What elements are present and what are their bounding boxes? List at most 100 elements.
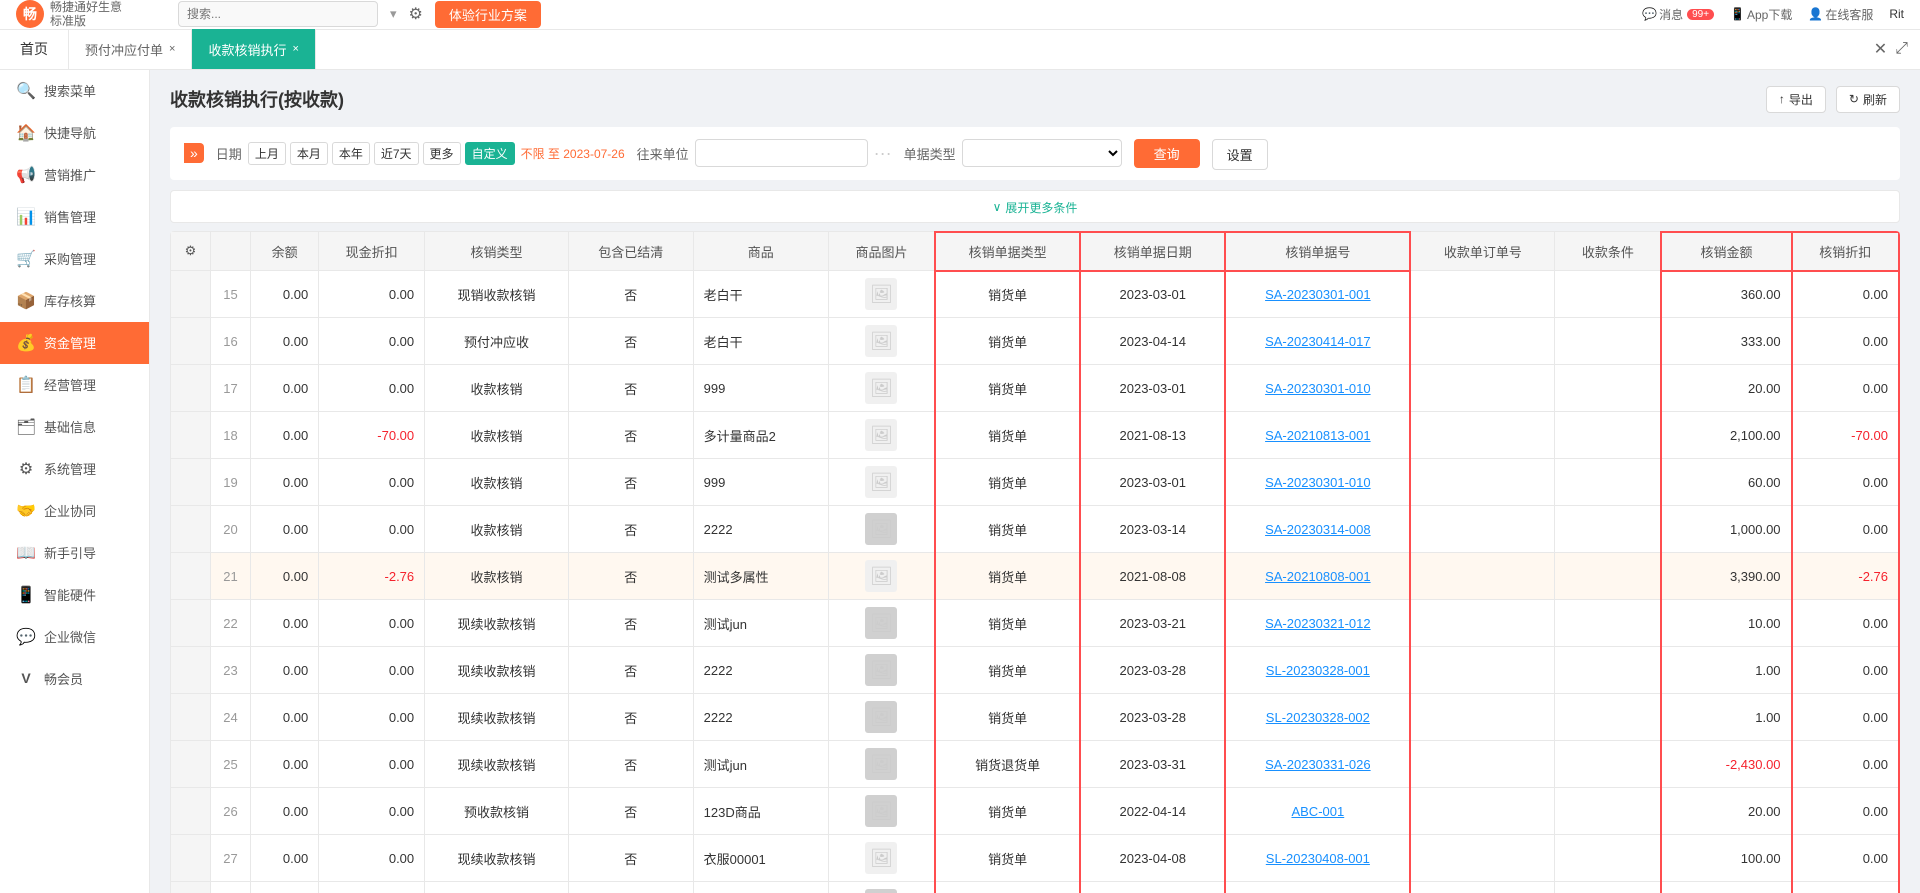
cancel-number-cell[interactable]: SA-20230314-008 <box>1225 506 1410 553</box>
filter-expand-button[interactable]: » <box>184 143 204 163</box>
cancel-discount-cell: 0.00 <box>1792 365 1899 412</box>
cash-discount-cell: 0.00 <box>319 365 425 412</box>
sidebar-item-enterprise[interactable]: 🤝 企业协同 <box>0 490 149 532</box>
cancel-number-cell[interactable]: SA-20210808-001 <box>1225 553 1410 600</box>
cancel-number-link[interactable]: SA-20230301-010 <box>1265 475 1371 490</box>
cancel-amount-cell: 333.00 <box>1661 318 1791 365</box>
page-title: 收款核销执行(按收款) <box>170 86 344 112</box>
cancel-discount-cell: 0.00 <box>1792 318 1899 365</box>
sidebar-label-quick-nav: 快捷导航 <box>44 123 96 142</box>
sidebar-label-smart-hardware: 智能硬件 <box>44 585 96 604</box>
cancel-number-link[interactable]: SA-20210813-001 <box>1265 428 1371 443</box>
sidebar-item-guide[interactable]: 📖 新手引导 <box>0 532 149 574</box>
th-settings[interactable]: ⚙ <box>171 232 211 271</box>
cancel-number-link[interactable]: ABC-001 <box>1291 804 1344 819</box>
cancel-number-cell[interactable]: ABC-001 <box>1225 788 1410 835</box>
sidebar-item-system[interactable]: ⚙ 系统管理 <box>0 448 149 490</box>
cancel-number-cell[interactable]: SL-20230418-001 <box>1225 882 1410 893</box>
export-button[interactable]: ↑ 导出 <box>1766 86 1826 113</box>
cancel-number-cell[interactable]: SA-20230321-012 <box>1225 600 1410 647</box>
cancel-number-link[interactable]: SL-20230408-001 <box>1266 851 1370 866</box>
sidebar-item-finance[interactable]: 💰 资金管理 <box>0 322 149 364</box>
cancel-type-cell: 收款核销 <box>425 412 569 459</box>
sidebar-item-quick-nav[interactable]: 🏠 快捷导航 <box>0 112 149 154</box>
cancel-number-link[interactable]: SA-20230301-010 <box>1265 381 1371 396</box>
cancel-number-cell[interactable]: SA-20210813-001 <box>1225 412 1410 459</box>
expand-more-conditions[interactable]: ∨ 展开更多条件 <box>993 199 1078 216</box>
cash-discount-cell: 0.00 <box>319 694 425 741</box>
row-num-cell: 26 <box>211 788 251 835</box>
goods-image-cell: 🖼 <box>828 647 935 694</box>
cancel-number-cell[interactable]: SL-20230328-002 <box>1225 694 1410 741</box>
sidebar-item-operations[interactable]: 📋 经营管理 <box>0 364 149 406</box>
cancel-number-link[interactable]: SA-20230321-012 <box>1265 616 1371 631</box>
date-btn-7-days[interactable]: 近7天 <box>374 142 419 165</box>
tab-prepay-close[interactable]: × <box>169 43 175 55</box>
cancel-discount-cell: 0.00 <box>1792 741 1899 788</box>
tab-prepay[interactable]: 预付冲应付单 × <box>69 29 192 69</box>
goods-image-cell: 🖼 <box>828 553 935 600</box>
sidebar-item-base-info[interactable]: 🗂 基础信息 <box>0 406 149 448</box>
receipt-condition-cell <box>1555 600 1662 647</box>
sidebar-item-wechat[interactable]: 💬 企业微信 <box>0 616 149 658</box>
date-btn-more[interactable]: 更多 <box>423 142 461 165</box>
expand-window-icon[interactable]: ⤢ <box>1895 40 1908 58</box>
cancel-number-cell[interactable]: SA-20230301-010 <box>1225 459 1410 506</box>
cancel-number-cell[interactable]: SA-20230414-017 <box>1225 318 1410 365</box>
partner-filter-input[interactable] <box>695 139 868 167</box>
cancel-number-link[interactable]: SL-20230328-001 <box>1266 663 1370 678</box>
refresh-button[interactable]: ↻ 刷新 <box>1836 86 1900 113</box>
th-cancel-discount: 核销折扣 <box>1792 232 1899 271</box>
cancel-number-link[interactable]: SA-20230414-017 <box>1265 334 1371 349</box>
sidebar-item-purchase[interactable]: 🛒 采购管理 <box>0 238 149 280</box>
tab-collection[interactable]: 收款核销执行 × <box>192 29 315 69</box>
date-btn-custom[interactable]: 自定义 <box>465 142 515 165</box>
chevron-icon[interactable]: ▾ <box>390 6 397 22</box>
cancel-number-cell[interactable]: SA-20230301-001 <box>1225 271 1410 318</box>
row-settings-cell <box>171 694 211 741</box>
date-btn-this-month[interactable]: 本月 <box>290 142 328 165</box>
cancel-number-link[interactable]: SL-20230328-002 <box>1266 710 1370 725</box>
industry-btn[interactable]: 体验行业方案 <box>435 1 541 28</box>
cancel-number-link[interactable]: SA-20230301-001 <box>1265 287 1371 302</box>
sidebar-label-operations: 经营管理 <box>44 375 96 394</box>
sidebar-item-search[interactable]: 🔍 搜索菜单 <box>0 70 149 112</box>
settings-top-icon[interactable]: ⚙ <box>409 4 423 24</box>
cancel-number-link[interactable]: SA-20230314-008 <box>1265 522 1371 537</box>
filter-dots-1[interactable]: ··· <box>874 143 892 164</box>
online-service-link[interactable]: 👤 在线客服 <box>1808 6 1873 23</box>
goods-image-placeholder: 🖼 <box>865 325 897 357</box>
th-included-settled: 包含已结清 <box>568 232 693 271</box>
cancel-number-link[interactable]: SA-20230331-026 <box>1265 757 1371 772</box>
cancel-date-cell: 2023-04-14 <box>1080 318 1225 365</box>
query-button[interactable]: 查询 <box>1134 139 1200 168</box>
sidebar-item-vip[interactable]: V 畅会员 <box>0 658 149 699</box>
sidebar-item-sales[interactable]: 📊 销售管理 <box>0 196 149 238</box>
goods-cell: 999 <box>693 459 828 506</box>
app-download-link[interactable]: 📱 App下载 <box>1730 6 1792 23</box>
tab-collection-close[interactable]: × <box>292 43 298 55</box>
date-btn-last-month[interactable]: 上月 <box>248 142 286 165</box>
messages-area[interactable]: 💬 消息 99+ <box>1642 6 1714 23</box>
sidebar-item-marketing[interactable]: 📢 营销推广 <box>0 154 149 196</box>
cancel-type-cell: 收款核销 <box>425 506 569 553</box>
sidebar-item-smart-hardware[interactable]: 📱 智能硬件 <box>0 574 149 616</box>
cancel-voucher-type-cell: 销货单 <box>935 600 1080 647</box>
filter-bar: » 日期 上月 本月 本年 近7天 更多 自定义 不限 至 2023-07-26 <box>170 127 1900 180</box>
cancel-number-cell[interactable]: SL-20230408-001 <box>1225 835 1410 882</box>
settings-button[interactable]: 设置 <box>1212 139 1268 170</box>
top-search-input[interactable] <box>178 1 378 27</box>
cancel-number-cell[interactable]: SA-20230331-026 <box>1225 741 1410 788</box>
voucher-type-select[interactable] <box>962 139 1122 167</box>
table-row: 19 0.00 0.00 收款核销 否 999 🖼 销货单 2023-03-01… <box>171 459 1900 506</box>
cancel-number-cell[interactable]: SA-20230301-010 <box>1225 365 1410 412</box>
sidebar-item-inventory[interactable]: 📦 库存核算 <box>0 280 149 322</box>
cancel-number-link[interactable]: SA-20210808-001 <box>1265 569 1371 584</box>
date-btn-this-year[interactable]: 本年 <box>332 142 370 165</box>
table-row: 16 0.00 0.00 预付冲应收 否 老白干 🖼 销货单 2023-04-1… <box>171 318 1900 365</box>
cancel-number-cell[interactable]: SL-20230328-001 <box>1225 647 1410 694</box>
table-row: 25 0.00 0.00 现续收款核销 否 测试jun 🖼 销货退货单 2023… <box>171 741 1900 788</box>
close-window-icon[interactable]: ✕ <box>1874 39 1887 59</box>
logo-text: 畅捷通好生意标准版 <box>50 0 122 29</box>
tab-home[interactable]: 首页 <box>0 29 69 69</box>
